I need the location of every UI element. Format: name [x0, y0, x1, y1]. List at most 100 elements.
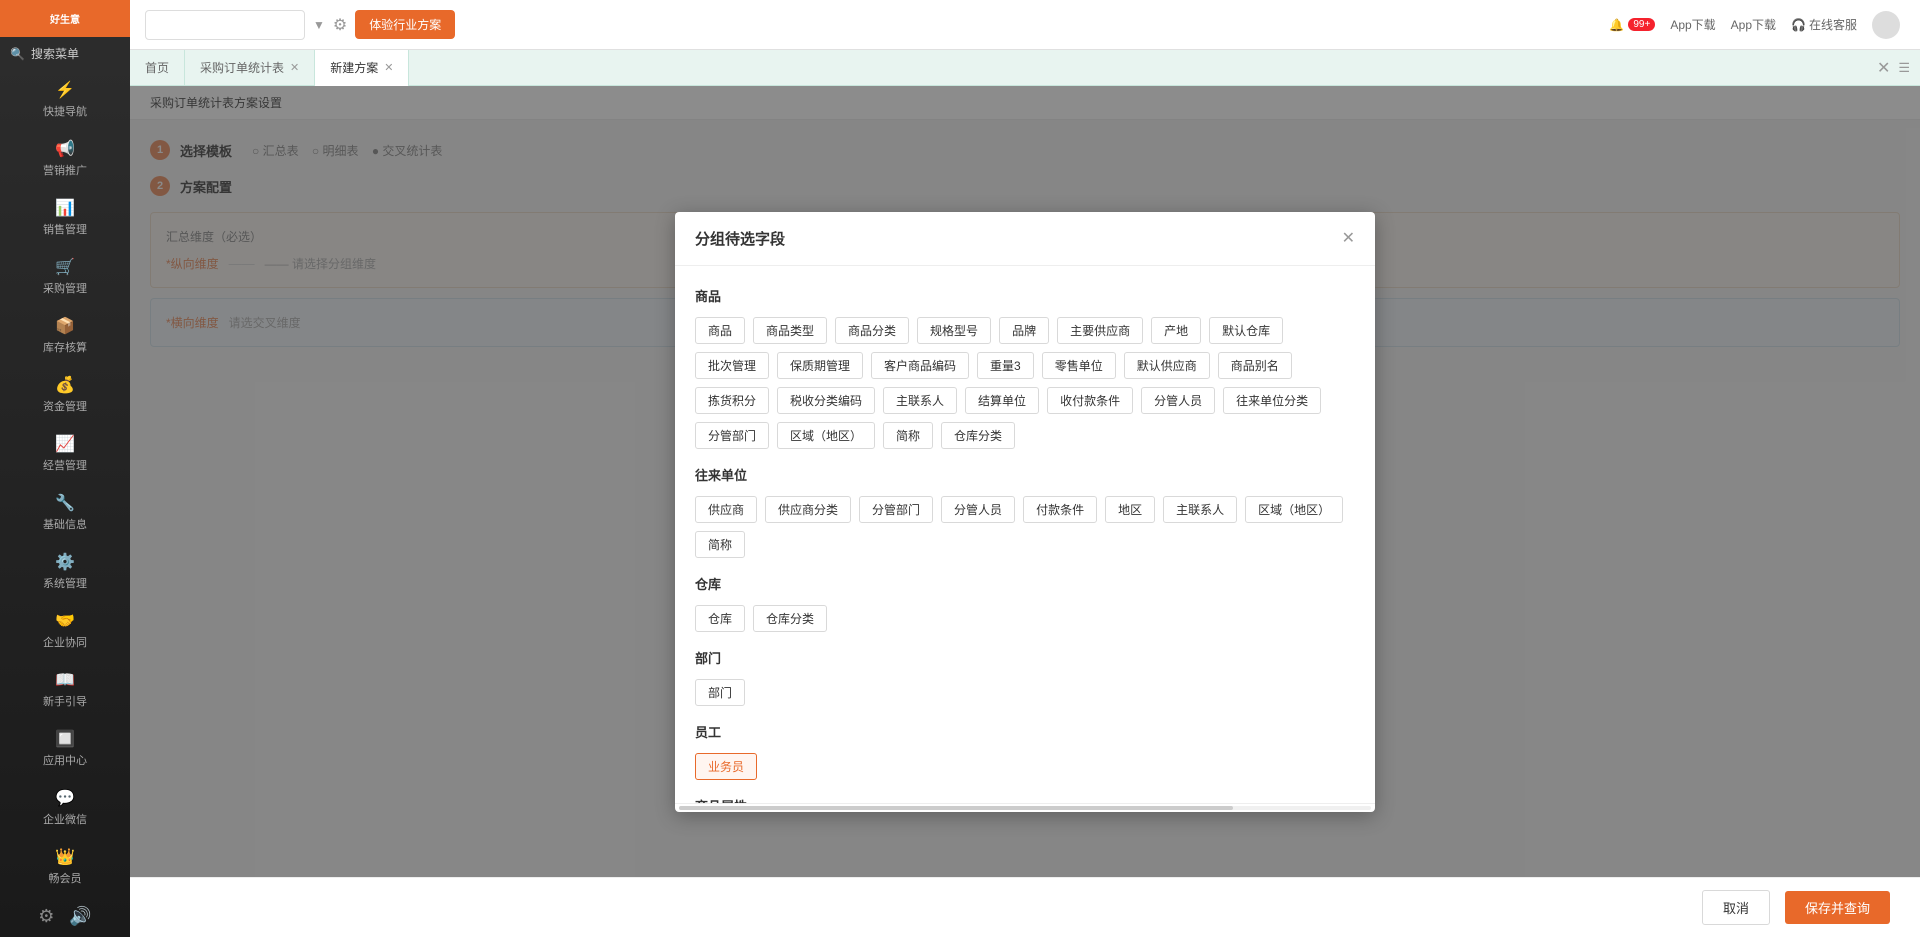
field-wanglai-wl2[interactable]: 供应商分类: [765, 496, 851, 523]
tab-xinjian-close[interactable]: ✕: [384, 61, 393, 74]
sidebar-item-kucun[interactable]: 📦 库存核算: [0, 306, 130, 365]
sidebar-item-label: 营销推广: [43, 162, 87, 178]
save-button[interactable]: 保存并查询: [1785, 891, 1890, 924]
dialog-close-btn[interactable]: ✕: [1342, 228, 1355, 248]
sidebar-item-label: 应用中心: [43, 752, 87, 768]
field-shangpin-sp7[interactable]: 产地: [1151, 317, 1201, 344]
online-service-text: 在线客服: [1809, 16, 1857, 33]
field-cangku-ck1[interactable]: 仓库: [695, 605, 745, 632]
sidebar-item-jingying[interactable]: 📈 经营管理: [0, 424, 130, 483]
sidebar-item-chang[interactable]: 👑 畅会员: [0, 837, 130, 896]
dialog-body[interactable]: 商品 商品 商品类型 商品分类 规格型号 品牌 主要供应商 产地 默认仓库 批次…: [675, 266, 1375, 803]
section-yuangong-fields: 业务员: [695, 753, 1355, 780]
logo-text: 好生意: [50, 11, 80, 26]
topbar-search-input[interactable]: [145, 10, 305, 40]
sidebar-item-label: 系统管理: [43, 575, 87, 591]
sidebar-item-xinshou[interactable]: 📖 新手引导: [0, 660, 130, 719]
field-wanglai-wl3[interactable]: 分管部门: [859, 496, 933, 523]
field-shangpin-sp13[interactable]: 零售单位: [1042, 352, 1116, 379]
online-service-link[interactable]: 🎧 在线客服: [1791, 16, 1857, 33]
sidebar-item-kuaijie[interactable]: ⚡ 快捷导航: [0, 70, 130, 129]
dialog-header: 分组待选字段 ✕: [675, 212, 1375, 266]
field-shangpin-sp1[interactable]: 商品: [695, 317, 745, 344]
sidebar-item-zijin[interactable]: 💰 资金管理: [0, 365, 130, 424]
field-shangpin-sp5[interactable]: 品牌: [999, 317, 1049, 344]
field-wanglai-wl4[interactable]: 分管人员: [941, 496, 1015, 523]
field-shangpin-sp14[interactable]: 默认供应商: [1124, 352, 1210, 379]
field-shangpin-sp2[interactable]: 商品类型: [753, 317, 827, 344]
field-shangpin-sp20[interactable]: 收付款条件: [1047, 387, 1133, 414]
tab-caigou-close[interactable]: ✕: [290, 61, 299, 74]
settings-bottom-icon[interactable]: ⚙: [38, 906, 54, 927]
field-shangpin-sp3[interactable]: 商品分类: [835, 317, 909, 344]
field-wanglai-wl1[interactable]: 供应商: [695, 496, 757, 523]
field-shangpin-sp4[interactable]: 规格型号: [917, 317, 991, 344]
sidebar-item-qiye[interactable]: 🤝 企业协同: [0, 601, 130, 660]
field-bumen-bm1[interactable]: 部门: [695, 679, 745, 706]
section-shangpin-fields: 商品 商品类型 商品分类 规格型号 品牌 主要供应商 产地 默认仓库 批次管理 …: [695, 317, 1355, 449]
headset-icon: 🎧: [1791, 18, 1806, 32]
field-shangpin-sp10[interactable]: 保质期管理: [777, 352, 863, 379]
crown-icon: 👑: [55, 847, 75, 867]
sidebar-item-xiaoshou[interactable]: 📊 销售管理: [0, 188, 130, 247]
sidebar-item-qiyewei[interactable]: 💬 企业微信: [0, 778, 130, 837]
field-shangpin-sp24[interactable]: 区域（地区）: [777, 422, 875, 449]
sidebar-item-yingxiao[interactable]: 📢 营销推广: [0, 129, 130, 188]
topbar-settings-icon[interactable]: ⚙: [333, 15, 347, 35]
field-shangpin-sp21[interactable]: 分管人员: [1141, 387, 1215, 414]
field-shangpin-sp16[interactable]: 拣货积分: [695, 387, 769, 414]
app-download-text[interactable]: App下载: [1731, 16, 1776, 33]
field-shangpin-sp22[interactable]: 往来单位分类: [1223, 387, 1321, 414]
field-cangku-ck2[interactable]: 仓库分类: [753, 605, 827, 632]
trending-icon: 📈: [55, 434, 75, 454]
field-shangpin-sp17[interactable]: 税收分类编码: [777, 387, 875, 414]
field-wanglai-wl5[interactable]: 付款条件: [1023, 496, 1097, 523]
sidebar-item-jichu[interactable]: 🔧 基础信息: [0, 483, 130, 542]
sidebar-item-yingyong[interactable]: 🔲 应用中心: [0, 719, 130, 778]
cancel-button[interactable]: 取消: [1702, 890, 1770, 925]
field-wanglai-wl9[interactable]: 简称: [695, 531, 745, 558]
avatar[interactable]: [1872, 11, 1900, 39]
wrench-icon: 🔧: [55, 493, 75, 513]
field-shangpin-sp19[interactable]: 结算单位: [965, 387, 1039, 414]
field-wanglai-wl7[interactable]: 主联系人: [1163, 496, 1237, 523]
app-download-link[interactable]: App下载: [1670, 16, 1715, 33]
section-yuangong-title: 员工: [695, 722, 1355, 741]
book-icon: 📖: [55, 670, 75, 690]
field-shangpin-sp6[interactable]: 主要供应商: [1057, 317, 1143, 344]
topbar-dropdown-icon[interactable]: ▼: [313, 18, 325, 32]
tab-menu-icon[interactable]: ☰: [1898, 60, 1910, 76]
sidebar-item-label: 采购管理: [43, 280, 87, 296]
notification-area[interactable]: 🔔 99+: [1609, 18, 1655, 32]
box-icon: 📦: [55, 316, 75, 336]
sidebar-item-caigou[interactable]: 🛒 采购管理: [0, 247, 130, 306]
tabbar: 首页 采购订单统计表 ✕ 新建方案 ✕ ✕ ☰: [130, 50, 1920, 86]
section-bumen-title: 部门: [695, 648, 1355, 667]
tab-home-label: 首页: [145, 59, 169, 76]
field-shangpin-sp11[interactable]: 客户商品编码: [871, 352, 969, 379]
tab-caigou[interactable]: 采购订单统计表 ✕: [185, 50, 315, 86]
field-shangpin-sp18[interactable]: 主联系人: [883, 387, 957, 414]
field-yuangong-yg1[interactable]: 业务员: [695, 753, 757, 780]
field-shangpin-sp26[interactable]: 仓库分类: [941, 422, 1015, 449]
cart-icon: 🛒: [55, 257, 75, 277]
field-shangpin-sp15[interactable]: 商品别名: [1218, 352, 1292, 379]
sidebar-search[interactable]: 🔍 搜索菜单: [0, 37, 130, 70]
tab-close-all[interactable]: ✕: [1877, 58, 1890, 78]
sidebar-item-xitong[interactable]: ⚙️ 系统管理: [0, 542, 130, 601]
field-shangpin-sp23[interactable]: 分管部门: [695, 422, 769, 449]
volume-icon[interactable]: 🔊: [69, 906, 91, 927]
sidebar-item-label: 库存核算: [43, 339, 87, 355]
field-shangpin-sp8[interactable]: 默认仓库: [1209, 317, 1283, 344]
experience-btn[interactable]: 体验行业方案: [355, 10, 455, 39]
sidebar-item-label: 企业微信: [43, 811, 87, 827]
field-shangpin-sp25[interactable]: 简称: [883, 422, 933, 449]
chart-icon: 📊: [55, 198, 75, 218]
section-cangku-title: 仓库: [695, 574, 1355, 593]
field-shangpin-sp9[interactable]: 批次管理: [695, 352, 769, 379]
tab-xinjian[interactable]: 新建方案 ✕: [315, 50, 409, 86]
field-wanglai-wl6[interactable]: 地区: [1105, 496, 1155, 523]
field-shangpin-sp12[interactable]: 重量3: [977, 352, 1034, 379]
field-wanglai-wl8[interactable]: 区域（地区）: [1245, 496, 1343, 523]
tab-home[interactable]: 首页: [130, 50, 185, 86]
